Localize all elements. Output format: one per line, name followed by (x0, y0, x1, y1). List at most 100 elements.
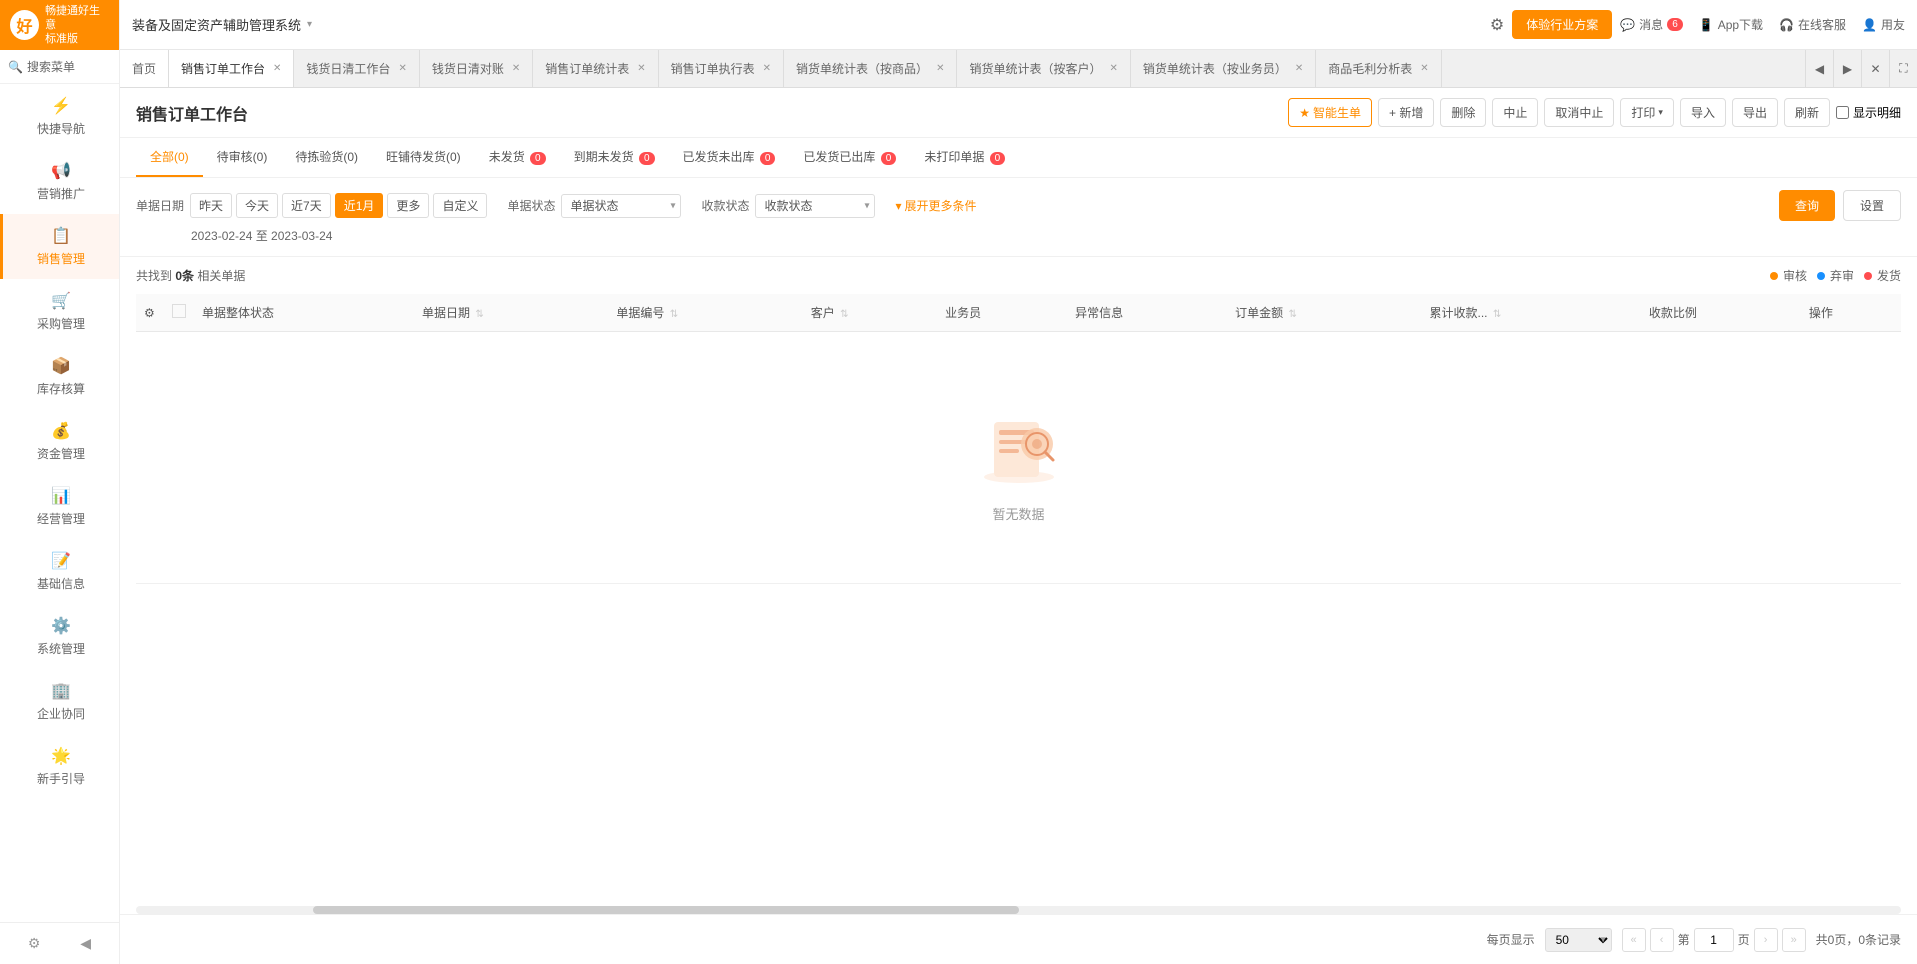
horizontal-scrollbar[interactable] (136, 906, 1901, 914)
date-7days[interactable]: 近7天 (282, 193, 331, 218)
sidebar-item-sales[interactable]: 📋 销售管理 (0, 214, 119, 279)
table-summary: 共找到 0条 相关单据 审核 弃审 发货 (136, 257, 1901, 294)
tab-sales-summary-staff[interactable]: 销货单统计表（按业务员） ✕ (1131, 50, 1316, 88)
print-button[interactable]: 打印 ▾ (1620, 98, 1674, 127)
set-button[interactable]: 设置 (1843, 190, 1901, 221)
tab-sales-stats[interactable]: 销售订单统计表 ✕ (533, 50, 658, 88)
new-button[interactable]: + 新增 (1378, 98, 1434, 127)
date-custom[interactable]: 自定义 (433, 193, 487, 218)
th-collected[interactable]: 累计收款... ⇅ (1422, 294, 1641, 332)
smart-create-button[interactable]: ★ 智能生单 (1288, 98, 1372, 127)
filter-tab-pending-review[interactable]: 待审核(0) (203, 138, 282, 177)
th-checkbox[interactable] (164, 294, 194, 332)
base-icon: 📝 (51, 551, 71, 571)
tab-nav-prev[interactable]: ◀ (1805, 50, 1833, 88)
tab-close-summary-staff[interactable]: ✕ (1295, 63, 1303, 74)
filter-tab-not-shipped[interactable]: 未发货 0 (475, 138, 560, 177)
show-detail-label[interactable]: 显示明细 (1836, 104, 1901, 121)
page-last-btn[interactable]: » (1782, 928, 1806, 952)
review-link[interactable]: 审核 (1770, 267, 1807, 284)
tab-close-sales-workbench[interactable]: ✕ (273, 63, 281, 74)
tab-close-cash-reconcile[interactable]: ✕ (512, 63, 520, 74)
filter-tab-shipped-not-out[interactable]: 已发货未出库 0 (669, 138, 790, 177)
filter-tab-shipped-out[interactable]: 已发货已出库 0 (789, 138, 910, 177)
dropdown-arrow-icon[interactable]: ▾ (307, 19, 312, 30)
export-button[interactable]: 导出 (1732, 98, 1778, 127)
pagination: 每页显示 50 100 200 « ‹ 第 页 › » 共0页，0条记录 (120, 914, 1917, 964)
industry-solution-button[interactable]: 体验行业方案 (1512, 10, 1612, 39)
page-number-input[interactable] (1694, 928, 1734, 952)
sidebar-item-newbie[interactable]: 🌟 新手引导 (0, 734, 119, 799)
date-more[interactable]: 更多 (387, 193, 429, 218)
tab-sales-exec[interactable]: 销售订单执行表 ✕ (659, 50, 784, 88)
tab-cash-daily[interactable]: 钱货日清工作台 ✕ (294, 50, 419, 88)
sidebar-settings-btn[interactable]: ⚙ (24, 931, 45, 956)
sidebar-item-system[interactable]: ⚙️ 系统管理 (0, 604, 119, 669)
date-yesterday[interactable]: 昨天 (190, 193, 232, 218)
tab-nav-next[interactable]: ▶ (1833, 50, 1861, 88)
per-page-select[interactable]: 50 100 200 (1545, 928, 1612, 952)
page-next-btn[interactable]: › (1754, 928, 1778, 952)
sidebar-item-marketing[interactable]: 📢 营销推广 (0, 149, 119, 214)
sidebar-item-finance[interactable]: 💰 资金管理 (0, 409, 119, 474)
th-customer[interactable]: 客户 ⇅ (803, 294, 937, 332)
filter-tab-all[interactable]: 全部(0) (136, 138, 203, 177)
import-button[interactable]: 导入 (1680, 98, 1726, 127)
date-1month[interactable]: 近1月 (335, 193, 384, 218)
tab-close-summary-product[interactable]: ✕ (936, 63, 944, 74)
sidebar-search[interactable]: 🔍 搜索菜单 (0, 50, 119, 84)
user-menu-btn[interactable]: 👤 用友 (1862, 16, 1905, 33)
expand-conditions-button[interactable]: ▾ 展开更多条件 (895, 197, 976, 214)
filter-tab-not-printed[interactable]: 未打印单据 0 (910, 138, 1019, 177)
tab-sales-summary-product[interactable]: 销货单统计表（按商品） ✕ (784, 50, 957, 88)
anti-review-link[interactable]: 弃审 (1817, 267, 1854, 284)
tab-sales-workbench[interactable]: 销售订单工作台 ✕ (169, 50, 294, 88)
status-select[interactable]: 单据状态 (561, 194, 681, 218)
th-number[interactable]: 单据编号 ⇅ (608, 294, 802, 332)
sidebar-item-quick-nav[interactable]: ⚡ 快捷导航 (0, 84, 119, 149)
sidebar-collapse-btn[interactable]: ◀ (76, 931, 95, 956)
delete-button[interactable]: 删除 (1440, 98, 1486, 127)
tab-close-cash-daily[interactable]: ✕ (398, 63, 406, 74)
header-checkbox[interactable] (172, 304, 186, 318)
tab-cash-reconcile[interactable]: 钱货日清对账 ✕ (420, 50, 533, 88)
filter-tab-wangpu[interactable]: 旺铺待发货(0) (372, 138, 475, 177)
sidebar-item-operations[interactable]: 📊 经营管理 (0, 474, 119, 539)
review-dot (1770, 272, 1778, 280)
filter-tab-overdue-not-shipped[interactable]: 到期未发货 0 (560, 138, 669, 177)
page-first-btn[interactable]: « (1622, 928, 1646, 952)
tab-sales-summary-customer[interactable]: 销货单统计表（按客户） ✕ (957, 50, 1130, 88)
ship-link[interactable]: 发货 (1864, 267, 1901, 284)
message-btn[interactable]: 💬 消息 6 (1620, 16, 1683, 33)
tab-margin-analysis[interactable]: 商品毛利分析表 ✕ (1316, 50, 1441, 88)
th-settings[interactable]: ⚙ (136, 294, 164, 332)
sidebar-item-base[interactable]: 📝 基础信息 (0, 539, 119, 604)
sidebar-item-enterprise[interactable]: 🏢 企业协同 (0, 669, 119, 734)
tab-home[interactable]: 首页 (120, 50, 169, 88)
stop-button[interactable]: 中止 (1492, 98, 1538, 127)
cancel-stop-button[interactable]: 取消中止 (1544, 98, 1614, 127)
query-button[interactable]: 查询 (1779, 190, 1835, 221)
tab-nav-fullscreen[interactable]: ⛶ (1889, 50, 1917, 88)
filter-tab-pending-inspect[interactable]: 待拣验货(0) (281, 138, 372, 177)
tab-close-sales-exec[interactable]: ✕ (763, 63, 771, 74)
tab-close-summary-customer[interactable]: ✕ (1109, 63, 1117, 74)
th-amount[interactable]: 订单金额 ⇅ (1227, 294, 1421, 332)
online-service-btn[interactable]: 🎧 在线客服 (1779, 16, 1846, 33)
expand-filter-btn[interactable]: ▾ 展开更多条件 (895, 197, 976, 214)
show-detail-checkbox[interactable] (1836, 106, 1849, 119)
page-prev-btn[interactable]: ‹ (1650, 928, 1674, 952)
scrollbar-thumb[interactable] (313, 906, 1019, 914)
tab-close-margin-analysis[interactable]: ✕ (1420, 63, 1428, 74)
th-date[interactable]: 单据日期 ⇅ (414, 294, 608, 332)
tab-close-sales-stats[interactable]: ✕ (637, 63, 645, 74)
payment-select[interactable]: 收款状态 (755, 194, 875, 218)
tab-nav-close-all[interactable]: ✕ (1861, 50, 1889, 88)
sidebar-item-purchase[interactable]: 🛒 采购管理 (0, 279, 119, 344)
settings-icon[interactable]: ⚙ (1490, 15, 1504, 35)
app-download-btn[interactable]: 📱 App下载 (1699, 16, 1763, 33)
refresh-button[interactable]: 刷新 (1784, 98, 1830, 127)
date-today[interactable]: 今天 (236, 193, 278, 218)
date-range-display: 2023-02-24 至 2023-03-24 (191, 227, 1901, 244)
sidebar-item-stock[interactable]: 📦 库存核算 (0, 344, 119, 409)
